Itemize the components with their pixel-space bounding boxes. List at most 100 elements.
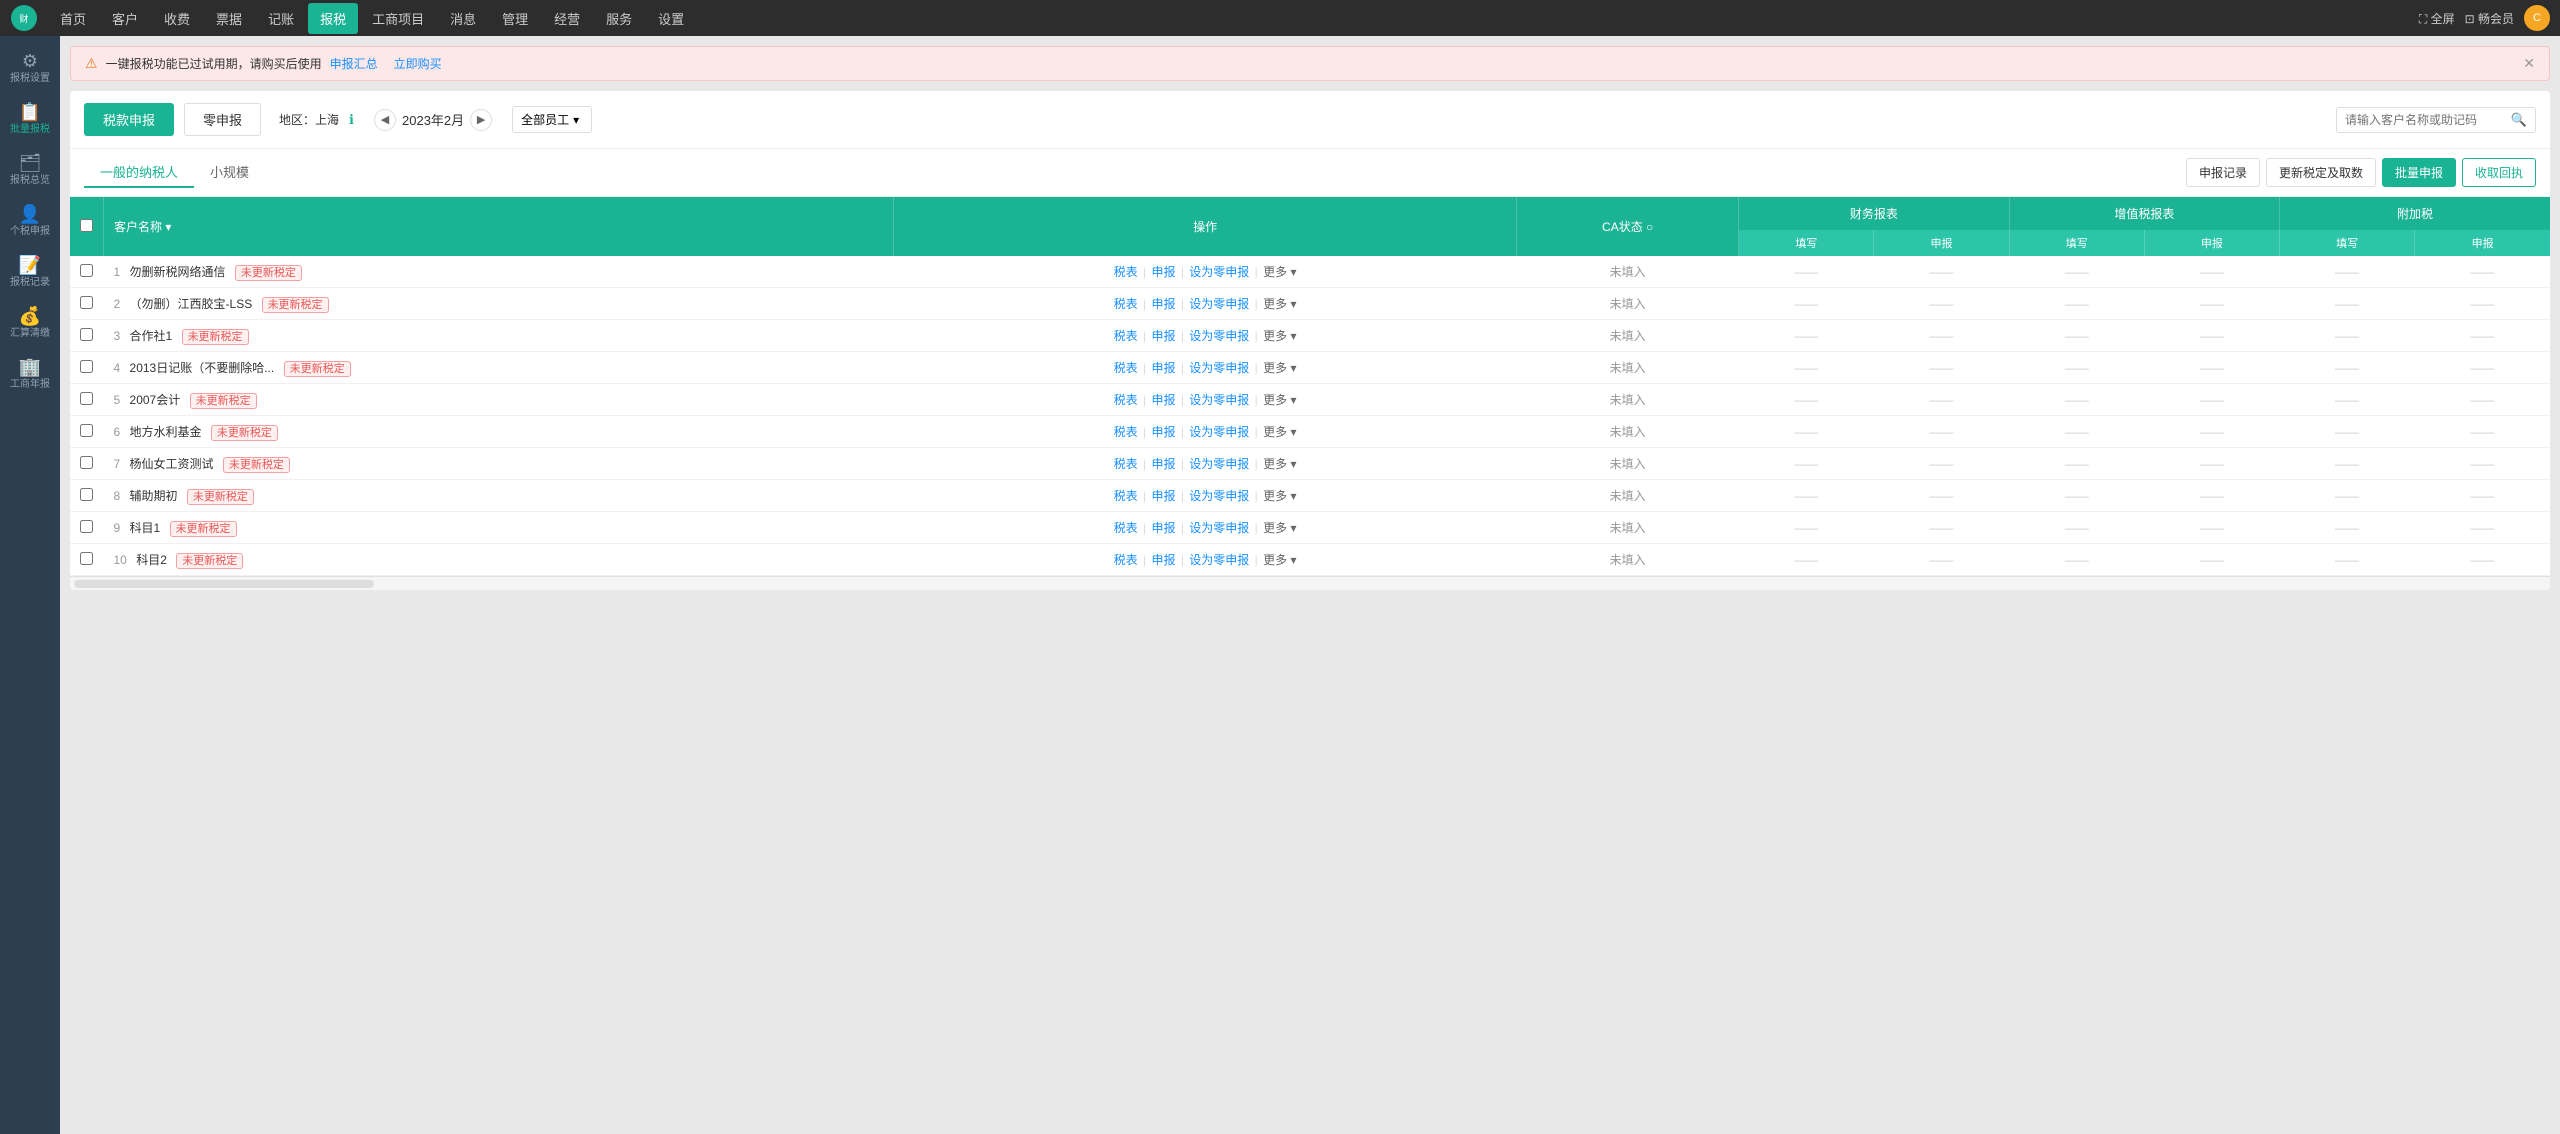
- op-more[interactable]: 更多 ▾: [1263, 553, 1296, 567]
- scrollbar-thumb[interactable]: [74, 580, 374, 588]
- vip-btn[interactable]: ⊡ 畅会员: [2465, 10, 2514, 27]
- op-tax-form[interactable]: 税表: [1114, 553, 1138, 567]
- op-tax-form[interactable]: 税表: [1114, 489, 1138, 503]
- row-vat-declare: ——: [2144, 256, 2279, 288]
- nav-item-customer[interactable]: 客户: [100, 3, 150, 34]
- op-declare[interactable]: 申报: [1151, 361, 1175, 375]
- tab-zero-declare[interactable]: 零申报: [184, 103, 261, 136]
- banner-close-btn[interactable]: ✕: [2523, 55, 2535, 72]
- op-tax-form[interactable]: 税表: [1114, 393, 1138, 407]
- op-set-zero[interactable]: 设为零申报: [1189, 521, 1249, 535]
- row-checkbox[interactable]: [80, 456, 93, 469]
- nav-item-accounting[interactable]: 记账: [256, 3, 306, 34]
- btn-batch-declare[interactable]: 批量申报: [2382, 158, 2456, 187]
- op-tax-form[interactable]: 税表: [1114, 265, 1138, 279]
- btn-collect-receipt[interactable]: 收取回执: [2462, 158, 2536, 187]
- tab-tax-declare[interactable]: 税款申报: [84, 103, 174, 136]
- op-more[interactable]: 更多 ▾: [1263, 329, 1296, 343]
- op-declare[interactable]: 申报: [1151, 265, 1175, 279]
- sidebar-item-report-overview[interactable]: 🗂 报税总览: [2, 146, 58, 195]
- sidebar-item-report-records[interactable]: 📝 报税记录: [2, 248, 58, 297]
- op-set-zero[interactable]: 设为零申报: [1189, 553, 1249, 567]
- op-declare[interactable]: 申报: [1151, 489, 1175, 503]
- btn-update-tax[interactable]: 更新税定及取数: [2266, 158, 2376, 187]
- row-extra-declare: ——: [2415, 544, 2550, 576]
- nav-item-billing[interactable]: 收费: [152, 3, 202, 34]
- nav-item-message[interactable]: 消息: [438, 3, 488, 34]
- row-checkbox-cell: [70, 416, 104, 448]
- nav-item-invoice[interactable]: 票据: [204, 3, 254, 34]
- sidebar-item-batch-report[interactable]: 📋 批量报税: [2, 95, 58, 144]
- th-vat-declare: 申报: [2144, 230, 2279, 256]
- search-input[interactable]: [2345, 113, 2507, 127]
- op-tax-form[interactable]: 税表: [1114, 297, 1138, 311]
- nav-item-service[interactable]: 服务: [594, 3, 644, 34]
- sidebar-item-business-report[interactable]: 🏢 工商年报: [2, 350, 58, 399]
- row-checkbox[interactable]: [80, 520, 93, 533]
- select-all-checkbox[interactable]: [80, 219, 93, 232]
- banner-link-summary[interactable]: 申报汇总: [330, 55, 378, 72]
- search-icon[interactable]: 🔍: [2511, 112, 2527, 128]
- nav-item-operation[interactable]: 经营: [542, 3, 592, 34]
- row-checkbox[interactable]: [80, 552, 93, 565]
- row-checkbox[interactable]: [80, 488, 93, 501]
- row-ops: 税表 | 申报 | 设为零申报 | 更多 ▾: [893, 544, 1516, 576]
- op-more[interactable]: 更多 ▾: [1263, 393, 1296, 407]
- op-tax-form[interactable]: 税表: [1114, 457, 1138, 471]
- op-tax-form[interactable]: 税表: [1114, 361, 1138, 375]
- row-checkbox[interactable]: [80, 328, 93, 341]
- sidebar-item-tax-settings[interactable]: ⚙ 报税设置: [2, 44, 58, 93]
- sidebar: ⚙ 报税设置 📋 批量报税 🗂 报税总览 👤 个税申报 📝 报税记录 💰 汇算清…: [0, 36, 60, 1134]
- op-declare[interactable]: 申报: [1151, 393, 1175, 407]
- row-checkbox[interactable]: [80, 264, 93, 277]
- op-declare[interactable]: 申报: [1151, 457, 1175, 471]
- op-more[interactable]: 更多 ▾: [1263, 297, 1296, 311]
- op-declare[interactable]: 申报: [1151, 553, 1175, 567]
- staff-select[interactable]: 全部员工 ▾: [512, 106, 592, 133]
- op-more[interactable]: 更多 ▾: [1263, 425, 1296, 439]
- op-tax-form[interactable]: 税表: [1114, 329, 1138, 343]
- fullscreen-btn[interactable]: ⛶ 全屏: [2419, 10, 2455, 27]
- op-set-zero[interactable]: 设为零申报: [1189, 361, 1249, 375]
- horizontal-scrollbar[interactable]: [70, 576, 2550, 590]
- op-declare[interactable]: 申报: [1151, 521, 1175, 535]
- nav-item-home[interactable]: 首页: [48, 3, 98, 34]
- sidebar-item-calc-clear[interactable]: 💰 汇算清缴: [2, 299, 58, 348]
- type-tab-small[interactable]: 小规模: [194, 157, 265, 188]
- nav-item-tax[interactable]: 报税: [308, 3, 358, 34]
- nav-item-business[interactable]: 工商项目: [360, 3, 436, 34]
- sidebar-item-personal-report[interactable]: 👤 个税申报: [2, 197, 58, 246]
- op-declare[interactable]: 申报: [1151, 329, 1175, 343]
- type-tab-general[interactable]: 一般的纳税人: [84, 157, 194, 188]
- op-set-zero[interactable]: 设为零申报: [1189, 329, 1249, 343]
- staff-label: 全部员工: [521, 111, 569, 128]
- nav-item-settings[interactable]: 设置: [646, 3, 696, 34]
- op-more[interactable]: 更多 ▾: [1263, 457, 1296, 471]
- op-declare[interactable]: 申报: [1151, 297, 1175, 311]
- op-more[interactable]: 更多 ▾: [1263, 489, 1296, 503]
- op-declare[interactable]: 申报: [1151, 425, 1175, 439]
- op-set-zero[interactable]: 设为零申报: [1189, 393, 1249, 407]
- op-tax-form[interactable]: 税表: [1114, 521, 1138, 535]
- op-set-zero[interactable]: 设为零申报: [1189, 265, 1249, 279]
- op-more[interactable]: 更多 ▾: [1263, 265, 1296, 279]
- op-set-zero[interactable]: 设为零申报: [1189, 297, 1249, 311]
- op-set-zero[interactable]: 设为零申报: [1189, 425, 1249, 439]
- banner-link-buy[interactable]: 立即购买: [394, 55, 442, 72]
- row-checkbox[interactable]: [80, 296, 93, 309]
- row-checkbox[interactable]: [80, 392, 93, 405]
- nav-item-manage[interactable]: 管理: [490, 3, 540, 34]
- avatar[interactable]: C: [2524, 5, 2550, 31]
- op-more[interactable]: 更多 ▾: [1263, 521, 1296, 535]
- btn-report-records[interactable]: 申报记录: [2186, 158, 2260, 187]
- prev-month-btn[interactable]: ◀: [374, 109, 396, 131]
- op-tax-form[interactable]: 税表: [1114, 425, 1138, 439]
- next-month-btn[interactable]: ▶: [470, 109, 492, 131]
- main-card: 税款申报 零申报 地区：上海 ℹ ◀ 2023年2月 ▶ 全部员工 ▾ 🔍: [70, 91, 2550, 590]
- op-set-zero[interactable]: 设为零申报: [1189, 457, 1249, 471]
- op-more[interactable]: 更多 ▾: [1263, 361, 1296, 375]
- row-checkbox[interactable]: [80, 360, 93, 373]
- row-checkbox[interactable]: [80, 424, 93, 437]
- table-row: 8 辅助期初 未更新税定 税表 | 申报 | 设为零申报 | 更多 ▾ 未填入 …: [70, 480, 2550, 512]
- op-set-zero[interactable]: 设为零申报: [1189, 489, 1249, 503]
